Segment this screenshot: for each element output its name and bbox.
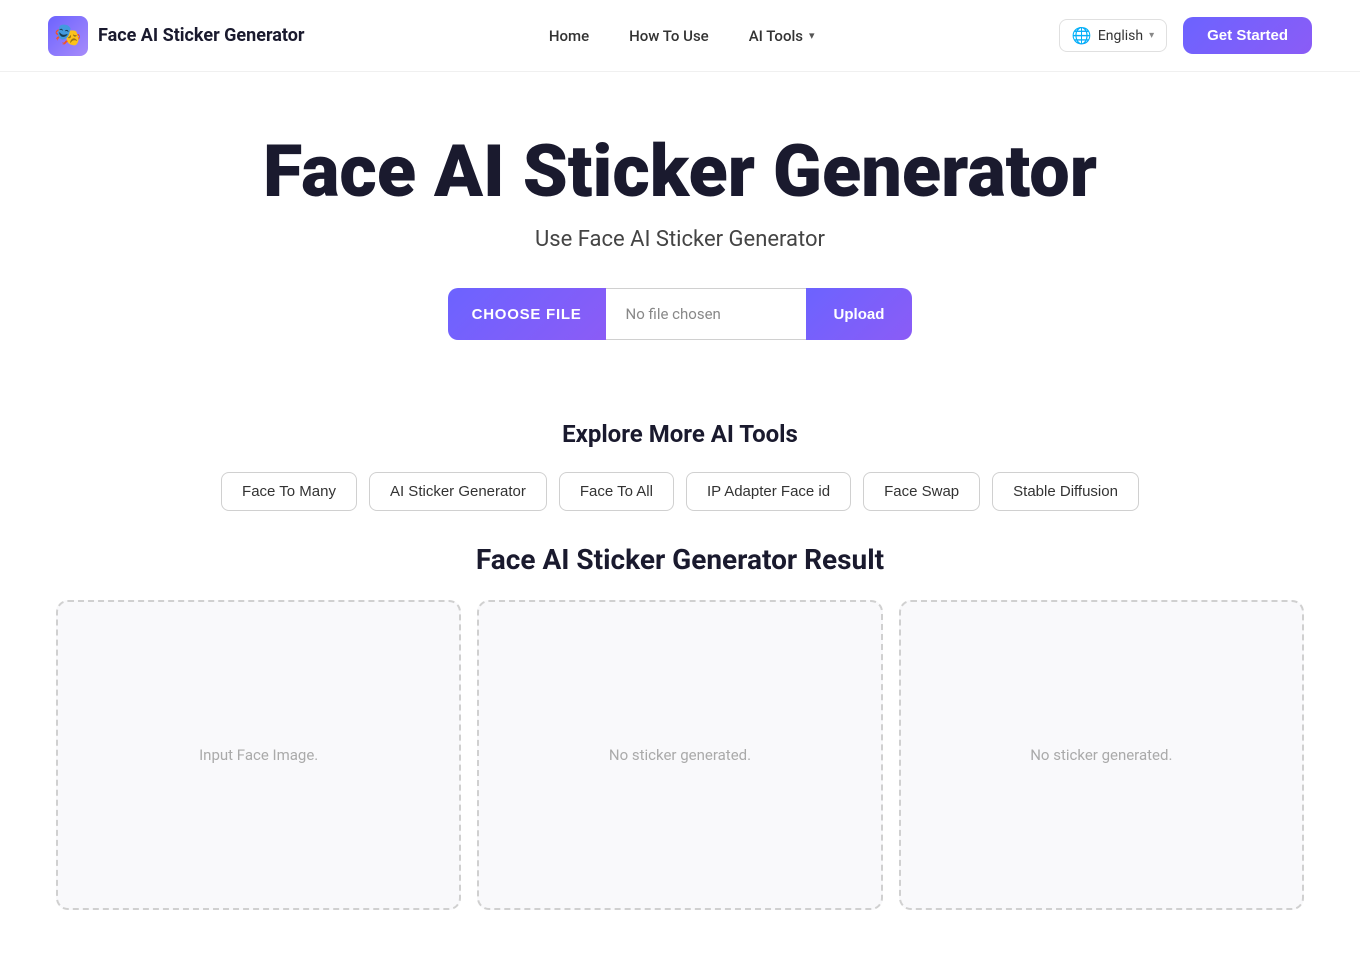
choose-file-button[interactable]: CHOOSE FILE	[448, 288, 606, 340]
nav-ai-tools-label: AI Tools	[749, 27, 803, 45]
language-chevron-icon: ▾	[1149, 30, 1154, 41]
result-card-2-label: No sticker generated.	[1030, 746, 1172, 764]
tool-face-to-all[interactable]: Face To All	[559, 472, 674, 511]
globe-icon: 🌐	[1072, 26, 1092, 45]
result-card-2: No sticker generated.	[899, 600, 1304, 910]
nav-home-link[interactable]: Home	[549, 27, 589, 45]
page-title: Face AI Sticker Generator	[48, 132, 1312, 211]
brand-name: Face AI Sticker Generator	[98, 25, 305, 46]
file-upload-row: CHOOSE FILE No file chosen Upload	[48, 288, 1312, 340]
nav-center: Home How To Use AI Tools ▾	[549, 27, 815, 45]
tool-ai-sticker-generator[interactable]: AI Sticker Generator	[369, 472, 547, 511]
result-card-1: No sticker generated.	[477, 600, 882, 910]
input-card-label: Input Face Image.	[199, 746, 318, 764]
result-grid: Input Face Image. No sticker generated. …	[48, 600, 1312, 910]
hero-section: Face AI Sticker Generator Use Face AI St…	[0, 72, 1360, 420]
logo-icon: 🎭	[48, 16, 88, 56]
navbar: 🎭 Face AI Sticker Generator Home How To …	[0, 0, 1360, 72]
chevron-down-icon: ▾	[809, 29, 815, 42]
language-label: English	[1098, 28, 1143, 44]
result-card-1-label: No sticker generated.	[609, 746, 751, 764]
explore-title: Explore More AI Tools	[48, 420, 1312, 448]
page-subtitle: Use Face AI Sticker Generator	[48, 227, 1312, 252]
nav-right: 🌐 English ▾ Get Started	[1059, 17, 1312, 54]
nav-left: 🎭 Face AI Sticker Generator	[48, 16, 305, 56]
result-title: Face AI Sticker Generator Result	[48, 543, 1312, 576]
language-selector[interactable]: 🌐 English ▾	[1059, 19, 1167, 52]
tools-tags: Face To Many AI Sticker Generator Face T…	[48, 472, 1312, 511]
get-started-button[interactable]: Get Started	[1183, 17, 1312, 54]
upload-button[interactable]: Upload	[806, 288, 913, 340]
tool-stable-diffusion[interactable]: Stable Diffusion	[992, 472, 1139, 511]
file-name-display: No file chosen	[606, 288, 806, 340]
tool-face-to-many[interactable]: Face To Many	[221, 472, 357, 511]
explore-section: Explore More AI Tools Face To Many AI St…	[0, 420, 1360, 543]
input-image-card: Input Face Image.	[56, 600, 461, 910]
nav-ai-tools-dropdown[interactable]: AI Tools ▾	[749, 27, 815, 45]
nav-how-to-use-link[interactable]: How To Use	[629, 27, 709, 45]
no-file-text: No file chosen	[626, 305, 721, 323]
result-section: Face AI Sticker Generator Result Input F…	[0, 543, 1360, 958]
tool-face-swap[interactable]: Face Swap	[863, 472, 980, 511]
tool-ip-adapter-face-id[interactable]: IP Adapter Face id	[686, 472, 851, 511]
